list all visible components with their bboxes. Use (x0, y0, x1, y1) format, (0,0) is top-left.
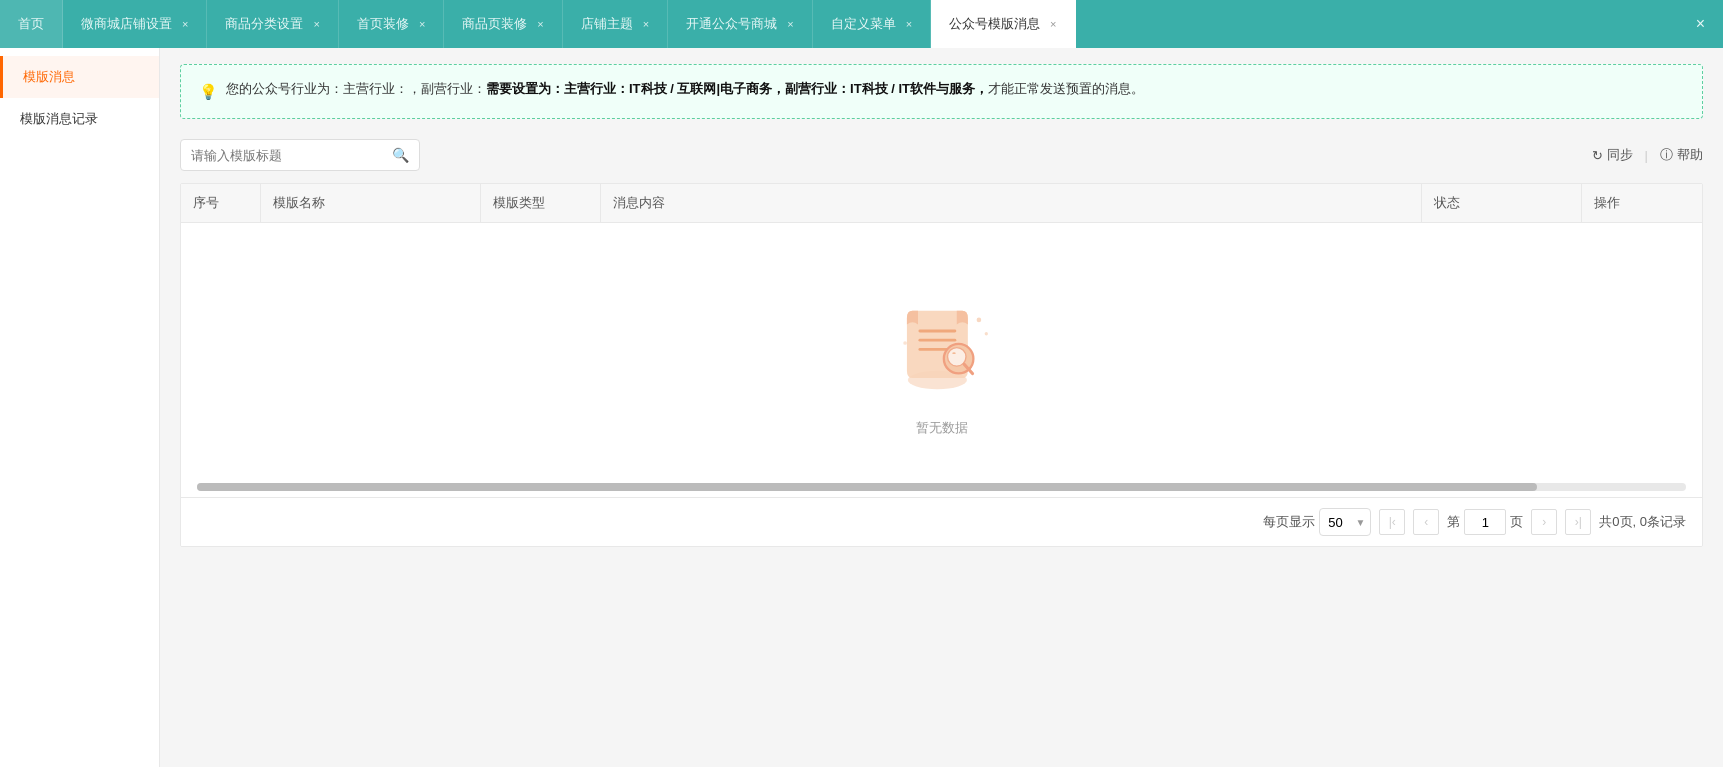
close-open-wechat-shop-tab[interactable]: × (787, 19, 793, 30)
weshop-tab-label: 微商城店铺设置 (81, 15, 172, 33)
tab-weshop-settings[interactable]: 微商城店铺设置 × (63, 0, 207, 48)
content-area: 💡 您的公众号行业为：主营行业：，副营行业：需要设置为：主营行业：IT科技 / … (160, 48, 1723, 767)
svg-point-8 (976, 318, 981, 323)
home-decoration-tab-label: 首页装修 (357, 15, 409, 33)
alert-text: 您的公众号行业为：主营行业：，副营行业：需要设置为：主营行业：IT科技 / 互联… (226, 79, 1684, 100)
tab-shop-theme[interactable]: 店铺主题 × (563, 0, 668, 48)
alert-highlight: 需要设置为：主营行业：IT科技 / 互联网|电子商务，副营行业：IT科技 / I… (486, 81, 988, 96)
svg-point-9 (984, 332, 987, 335)
toolbar: 🔍 ↻ 同步 | ⓘ 帮助 (180, 139, 1703, 171)
tab-product-decoration[interactable]: 商品页装修 × (444, 0, 562, 48)
close-custom-menu-tab[interactable]: × (906, 19, 912, 30)
page-number-input[interactable] (1464, 509, 1506, 535)
sync-label: 同步 (1607, 146, 1633, 164)
page-label: 第 (1447, 513, 1460, 531)
sidebar-template-message-label: 模版消息 (23, 69, 75, 84)
empty-state-icon (882, 283, 1002, 403)
th-name: 模版名称 (261, 184, 481, 222)
close-template-message-tab[interactable]: × (1050, 19, 1056, 30)
sync-button[interactable]: ↻ 同步 (1592, 146, 1633, 164)
tab-template-message[interactable]: 公众号模版消息 × (931, 0, 1075, 48)
tab-open-wechat-shop[interactable]: 开通公众号商城 × (668, 0, 812, 48)
empty-state: 暂无数据 (181, 223, 1702, 477)
empty-text: 暂无数据 (916, 419, 968, 437)
help-button[interactable]: ⓘ 帮助 (1660, 146, 1703, 164)
search-input[interactable] (191, 148, 392, 163)
page-input-wrap: 第 页 (1447, 509, 1523, 535)
help-label: 帮助 (1677, 146, 1703, 164)
th-content: 消息内容 (601, 184, 1422, 222)
alert-prefix: 您的公众号行业为：主营行业：，副营行业： (226, 81, 486, 96)
sidebar-template-message-log-label: 模版消息记录 (20, 111, 98, 126)
total-info: 共0页, 0条记录 (1599, 513, 1686, 531)
th-action: 操作 (1582, 184, 1702, 222)
alert-box: 💡 您的公众号行业为：主营行业：，副营行业：需要设置为：主营行业：IT科技 / … (180, 64, 1703, 119)
svg-point-10 (903, 341, 907, 345)
th-seq: 序号 (181, 184, 261, 222)
product-decoration-tab-label: 商品页装修 (462, 15, 527, 33)
main-layout: 模版消息 模版消息记录 💡 您的公众号行业为：主营行业：，副营行业：需要设置为：… (0, 48, 1723, 767)
page-size-select[interactable]: 50 10 20 100 (1319, 508, 1371, 536)
first-page-button[interactable]: |‹ (1379, 509, 1405, 535)
table-header: 序号 模版名称 模版类型 消息内容 状态 操作 (181, 184, 1702, 223)
sync-icon: ↻ (1592, 148, 1603, 163)
close-weshop-tab[interactable]: × (182, 19, 188, 30)
close-shop-theme-tab[interactable]: × (643, 19, 649, 30)
pagination-bar: 每页显示 50 10 20 100 ▼ |‹ ‹ 第 (181, 497, 1702, 546)
page-size-wrap: 每页显示 50 10 20 100 ▼ (1263, 508, 1371, 536)
alert-icon: 💡 (199, 80, 218, 104)
close-home-decoration-tab[interactable]: × (419, 19, 425, 30)
search-icon[interactable]: 🔍 (392, 147, 409, 163)
horizontal-scrollbar[interactable] (181, 477, 1702, 497)
home-tab-label: 首页 (18, 15, 44, 33)
close-all-tabs[interactable]: × (1678, 0, 1723, 48)
data-table: 序号 模版名称 模版类型 消息内容 状态 操作 (180, 183, 1703, 547)
top-nav: 首页 微商城店铺设置 × 商品分类设置 × 首页装修 × 商品页装修 × 店铺主… (0, 0, 1723, 48)
product-category-tab-label: 商品分类设置 (225, 15, 303, 33)
tab-home-decoration[interactable]: 首页装修 × (339, 0, 444, 48)
tab-custom-menu[interactable]: 自定义菜单 × (813, 0, 931, 48)
shop-theme-tab-label: 店铺主题 (581, 15, 633, 33)
sidebar: 模版消息 模版消息记录 (0, 48, 160, 767)
help-icon: ⓘ (1660, 146, 1673, 164)
close-product-decoration-tab[interactable]: × (537, 19, 543, 30)
toolbar-divider: | (1645, 148, 1648, 163)
last-page-button[interactable]: ›| (1565, 509, 1591, 535)
template-message-tab-label: 公众号模版消息 (949, 15, 1040, 33)
toolbar-right: ↻ 同步 | ⓘ 帮助 (1592, 146, 1703, 164)
per-page-label: 每页显示 (1263, 513, 1315, 531)
tab-home[interactable]: 首页 (0, 0, 63, 48)
sidebar-item-template-message-log[interactable]: 模版消息记录 (0, 98, 159, 140)
page-unit: 页 (1510, 513, 1523, 531)
open-wechat-shop-tab-label: 开通公众号商城 (686, 15, 777, 33)
search-box: 🔍 (180, 139, 420, 171)
sidebar-item-template-message[interactable]: 模版消息 (0, 56, 159, 98)
custom-menu-tab-label: 自定义菜单 (831, 15, 896, 33)
prev-page-button[interactable]: ‹ (1413, 509, 1439, 535)
th-status: 状态 (1422, 184, 1582, 222)
alert-suffix: 才能正常发送预置的消息。 (988, 81, 1144, 96)
tab-product-category[interactable]: 商品分类设置 × (207, 0, 338, 48)
th-type: 模版类型 (481, 184, 601, 222)
next-page-button[interactable]: › (1531, 509, 1557, 535)
page-size-selector: 50 10 20 100 ▼ (1319, 508, 1371, 536)
close-product-category-tab[interactable]: × (313, 19, 319, 30)
